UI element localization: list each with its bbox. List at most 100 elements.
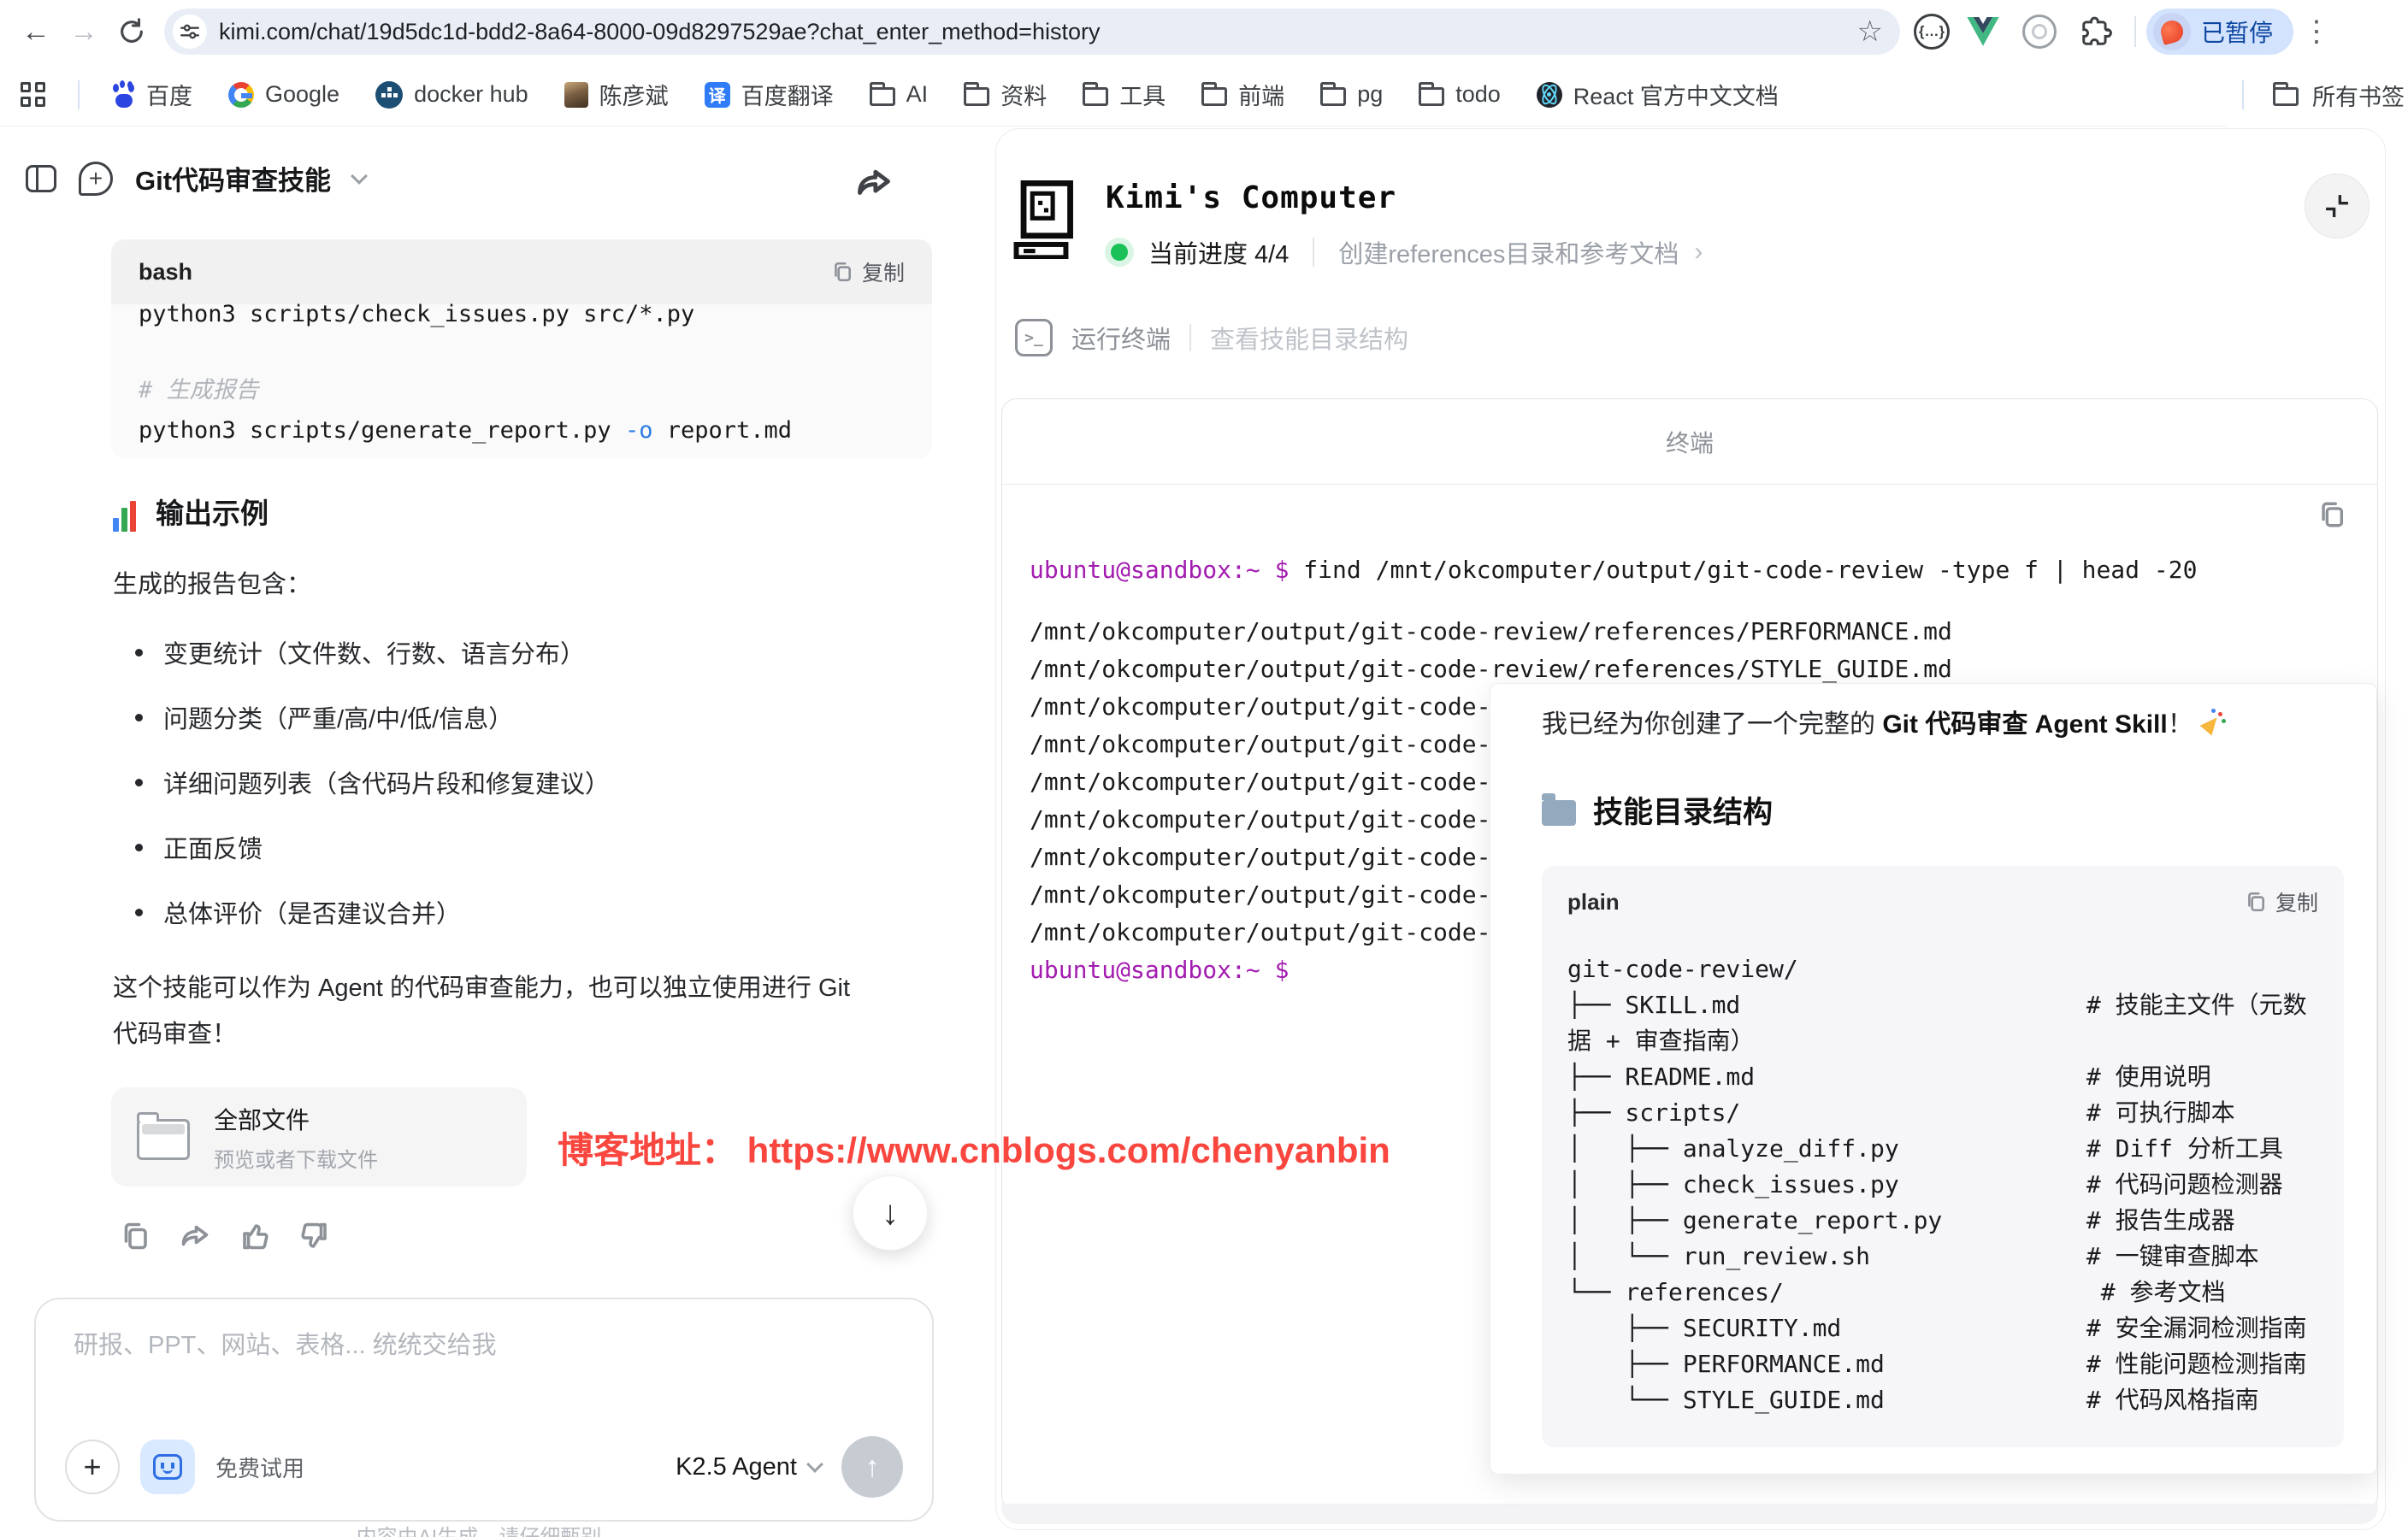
input-toolbar: + 免费试用 K2.5 Agent ↑	[36, 1436, 932, 1498]
new-chat-icon[interactable]: +	[79, 161, 113, 196]
browser-menu-icon[interactable]: ⋮	[2302, 15, 2331, 49]
chat-input-box[interactable]: 研报、PPT、网站、表格... 统统交给我 + 免费试用 K2.5 Agent …	[34, 1298, 934, 1522]
thumbs-down-icon[interactable]	[299, 1221, 330, 1251]
recorder-extension-icon[interactable]	[2016, 9, 2063, 55]
all-files-card[interactable]: 全部文件 预览或者下载文件	[111, 1087, 527, 1187]
chevron-right-icon[interactable]: ›	[1694, 238, 1703, 267]
list-item: 正面反馈	[135, 829, 263, 865]
site-settings-icon[interactable]	[173, 15, 207, 49]
bookmark-star-icon[interactable]: ☆	[1857, 15, 1883, 49]
panel-bottom-strip	[1001, 1504, 2378, 1524]
profile-paused-badge[interactable]: 已暂停	[2146, 9, 2294, 55]
computer-title: Kimi's Computer	[1106, 180, 1397, 215]
folder-icon	[1201, 81, 1228, 106]
folder-icon	[137, 1112, 190, 1160]
vue-devtools-icon[interactable]	[1960, 9, 2006, 55]
closing-text-line1: 这个技能可以作为 Agent 的代码审查能力，也可以独立使用进行 Git	[113, 975, 851, 1002]
step-label[interactable]: 创建references目录和参考文档	[1338, 234, 1679, 270]
bookmark-item-google[interactable]: Google	[228, 81, 339, 108]
toolbar-divider	[2134, 16, 2136, 47]
attach-plus-button[interactable]: +	[65, 1440, 120, 1494]
down-arrow-icon: ↓	[882, 1193, 899, 1232]
plain-code-block: plain 复制 git-code-review/ ├── SKILL.md #…	[1542, 866, 2344, 1447]
list-item: 变更统计（文件数、行数、语言分布）	[135, 634, 585, 670]
apps-grid-icon[interactable]	[21, 82, 45, 107]
copy-terminal-icon[interactable]	[2317, 500, 2346, 533]
kimi-plus-icon[interactable]	[140, 1440, 195, 1494]
intro-text: ！	[2167, 710, 2193, 739]
share-icon[interactable]	[180, 1221, 210, 1251]
blog-watermark: 博客地址： https://www.cnblogs.com/chenyanbin	[558, 1130, 1390, 1170]
shell-command: find /mnt/okcomputer/output/git-code-rev…	[1289, 556, 2198, 584]
message-actions	[120, 1221, 330, 1251]
back-icon[interactable]: ←	[12, 8, 60, 56]
bookmark-folder-ziliao[interactable]: 资料	[964, 78, 1047, 111]
bookmark-item-docker[interactable]: docker hub	[375, 80, 528, 109]
url-text[interactable]: kimi.com/chat/19d5dc1d-bdd2-8a64-8000-09…	[219, 19, 1847, 45]
progress-label: 当前进度 4/4	[1148, 241, 1290, 268]
section-heading: 输出示例	[113, 491, 269, 532]
terminal-command-line: ubuntu@sandbox:~ $ find /mnt/okcomputer/…	[1030, 551, 2352, 589]
bookmark-label: docker hub	[414, 81, 528, 107]
all-bookmarks-button[interactable]: 所有书签	[2227, 63, 2408, 127]
chat-title[interactable]: Git代码审查技能	[135, 159, 331, 197]
section-title: 输出示例	[156, 498, 269, 529]
bookmark-folder-todo[interactable]: todo	[1419, 81, 1501, 108]
bookmark-label: AI	[906, 81, 929, 107]
code-block-header: plain 复制	[1567, 886, 2318, 917]
bookmark-folder-qianduan[interactable]: 前端	[1201, 78, 1284, 111]
extensions-puzzle-icon[interactable]	[2073, 9, 2119, 55]
code-text: python3 scripts/generate_report.py	[139, 417, 625, 444]
forward-icon[interactable]: →	[60, 8, 108, 56]
bookmark-label: 百度翻译	[741, 84, 834, 109]
list-item-text: 详细问题列表（含代码片段和修复建议）	[163, 771, 611, 798]
code-comment: # 生成报告	[139, 377, 259, 403]
bookmark-label: 陈彦斌	[599, 84, 669, 109]
thumbs-up-icon[interactable]	[239, 1221, 270, 1251]
bookmark-folder-pg[interactable]: pg	[1320, 81, 1383, 108]
model-selector[interactable]: K2.5 Agent	[676, 1453, 823, 1481]
bookmark-label: 前端	[1238, 84, 1285, 109]
folder-emoji-icon	[1542, 792, 1576, 826]
share-chat-button[interactable]	[855, 164, 893, 206]
copy-code-button[interactable]: 复制	[2245, 886, 2318, 917]
send-button[interactable]: ↑	[841, 1436, 903, 1498]
bookmark-item-fanyi[interactable]: 译百度翻译	[704, 78, 834, 111]
free-trial-label: 免费试用	[215, 1455, 305, 1481]
tab-view-structure[interactable]: 查看技能目录结构	[1210, 320, 1408, 356]
report-intro: 生成的报告包含：	[113, 571, 312, 598]
address-bar[interactable]: kimi.com/chat/19d5dc1d-bdd2-8a64-8000-09…	[164, 9, 1900, 55]
translate-icon: 译	[704, 81, 730, 108]
bookmark-folder-gongju[interactable]: 工具	[1083, 78, 1166, 111]
folder-icon	[1419, 81, 1445, 106]
avatar-icon	[564, 81, 588, 108]
closing-text-line2: 代码审查！	[113, 1021, 238, 1048]
tab-run-terminal[interactable]: 运行终端	[1071, 320, 1171, 356]
scroll-to-bottom-button[interactable]: ↓	[853, 1175, 928, 1251]
extension-braces-icon[interactable]: {…}	[1914, 14, 1950, 50]
chevron-down-icon	[806, 1456, 823, 1473]
chevron-down-icon[interactable]	[351, 167, 368, 185]
bookmark-label: pg	[1357, 81, 1384, 107]
bookmark-folder-ai[interactable]: AI	[869, 81, 929, 108]
intro-text: 我已经为你创建了一个完整的	[1542, 710, 1883, 739]
bookmark-item-chenyanbin[interactable]: 陈彦斌	[564, 78, 669, 111]
baidu-icon	[113, 80, 135, 108]
reload-icon[interactable]	[108, 8, 156, 56]
bookmarks-bar: 百度 Google docker hub 陈彦斌 译百度翻译 AI 资料 工具 …	[0, 63, 2408, 127]
bookmark-item-react[interactable]: React 官方中文文档	[1536, 78, 1779, 111]
react-icon	[1536, 81, 1562, 108]
sidebar-toggle-icon[interactable]	[26, 164, 56, 192]
list-item-text: 正面反馈	[163, 836, 263, 863]
paused-label: 已暂停	[2201, 20, 2274, 46]
bookmark-item-baidu[interactable]: 百度	[113, 78, 192, 111]
collapse-panel-button[interactable]	[2305, 174, 2370, 238]
list-item-text: 变更统计（文件数、行数、语言分布）	[163, 641, 586, 668]
copy-code-button[interactable]: 复制	[831, 256, 905, 287]
directory-tree: git-code-review/ ├── SKILL.md # 技能主文件（元数…	[1567, 955, 2307, 1414]
up-arrow-icon: ↑	[865, 1450, 880, 1483]
copy-icon[interactable]	[120, 1221, 150, 1251]
copy-label: 复制	[2275, 892, 2318, 916]
bar-chart-icon	[113, 499, 140, 532]
copy-label: 复制	[861, 262, 905, 286]
